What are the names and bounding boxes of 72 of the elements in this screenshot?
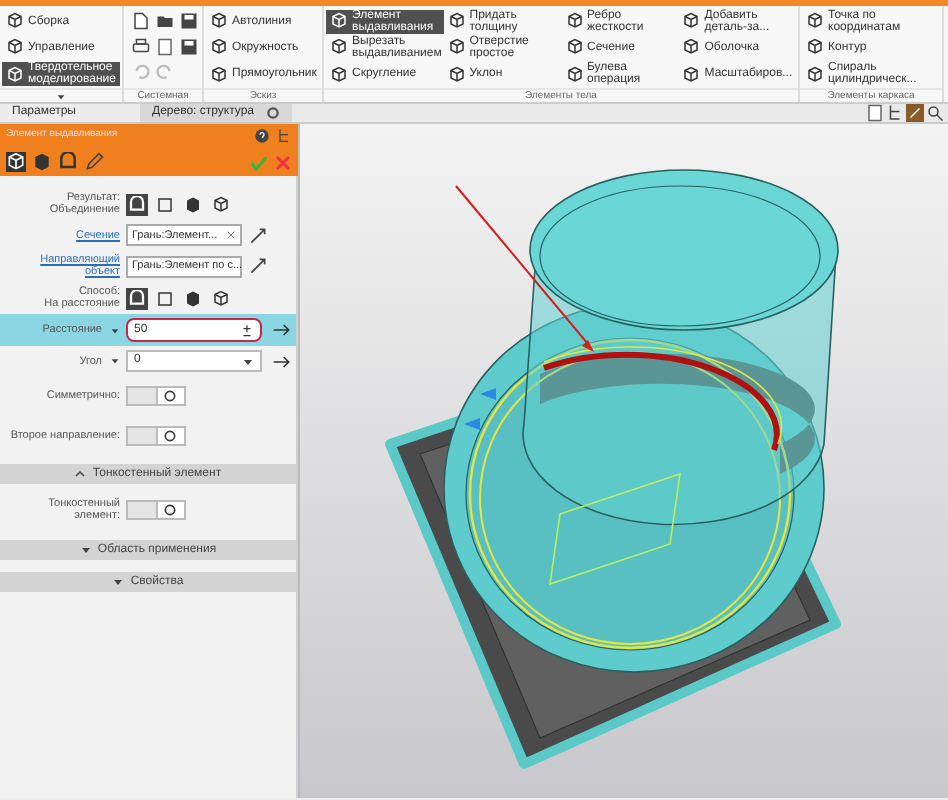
close-icon	[226, 230, 236, 241]
check-icon	[250, 153, 268, 171]
option-button[interactable]	[154, 193, 176, 216]
option-button[interactable]	[182, 193, 204, 216]
toggle-switch[interactable]	[126, 500, 186, 521]
pencil-icon	[84, 152, 104, 172]
arrow-icon	[272, 351, 292, 372]
caret-down-icon	[112, 576, 125, 589]
option-button[interactable]	[126, 193, 148, 216]
caret-up-icon	[74, 468, 87, 481]
arrow-icon	[272, 320, 292, 341]
redo-icon	[156, 62, 174, 81]
ring-icon	[162, 428, 179, 445]
cube-icon	[565, 12, 583, 31]
close-icon	[274, 153, 292, 171]
cube-icon	[806, 12, 824, 31]
option-button[interactable]	[210, 287, 232, 310]
cube-icon	[682, 38, 701, 57]
caret-down-icon	[110, 325, 120, 336]
tree-icon	[276, 128, 292, 144]
cube-icon	[6, 12, 24, 31]
shape-icon	[128, 289, 146, 308]
cube-icon	[330, 65, 348, 84]
option-button[interactable]	[210, 193, 232, 216]
cube-icon	[6, 152, 26, 172]
option-button[interactable]	[154, 287, 176, 310]
option-button[interactable]	[182, 287, 204, 310]
toggle-switch[interactable]	[126, 386, 186, 407]
file-icon	[132, 12, 150, 30]
folder-icon	[156, 12, 174, 30]
select-icon	[248, 225, 268, 246]
help-icon	[254, 128, 270, 144]
solid-icon	[32, 152, 52, 172]
cube-icon	[212, 289, 230, 308]
page-icon	[156, 37, 174, 56]
spin-icon	[240, 323, 254, 338]
cube-icon	[447, 65, 466, 84]
select-icon	[248, 256, 268, 277]
toggle-switch[interactable]	[126, 426, 186, 447]
cube-icon	[806, 65, 824, 84]
cube-icon	[806, 38, 824, 57]
ring-icon	[162, 502, 179, 519]
square-icon	[156, 289, 174, 308]
shape-icon	[128, 195, 146, 214]
cube-icon	[210, 38, 228, 57]
cube-icon	[210, 65, 228, 84]
cube-icon	[565, 38, 583, 57]
solid-icon	[184, 195, 202, 214]
gear-icon	[266, 106, 280, 120]
solid-icon	[184, 289, 202, 308]
cube-icon	[682, 12, 701, 31]
caret-down-icon	[79, 544, 92, 557]
caret-down-icon	[242, 355, 254, 368]
cube-icon	[212, 195, 230, 214]
cube-icon	[447, 38, 466, 57]
cube-icon	[6, 65, 24, 84]
cube-icon	[6, 38, 24, 57]
shape-icon	[58, 152, 78, 172]
cube-icon	[565, 65, 583, 84]
square-icon	[156, 195, 174, 214]
ring-icon	[162, 388, 179, 405]
cube-icon	[330, 12, 348, 31]
option-button[interactable]	[126, 287, 148, 310]
zoom-icon	[926, 104, 944, 122]
undo-icon	[132, 62, 150, 81]
cube-icon	[330, 38, 348, 57]
printer-icon	[132, 37, 150, 56]
cube-icon	[447, 12, 466, 31]
cube-icon	[682, 65, 701, 84]
tree-icon	[886, 104, 904, 122]
caret-down-icon	[110, 356, 120, 367]
cube-icon	[210, 12, 228, 31]
